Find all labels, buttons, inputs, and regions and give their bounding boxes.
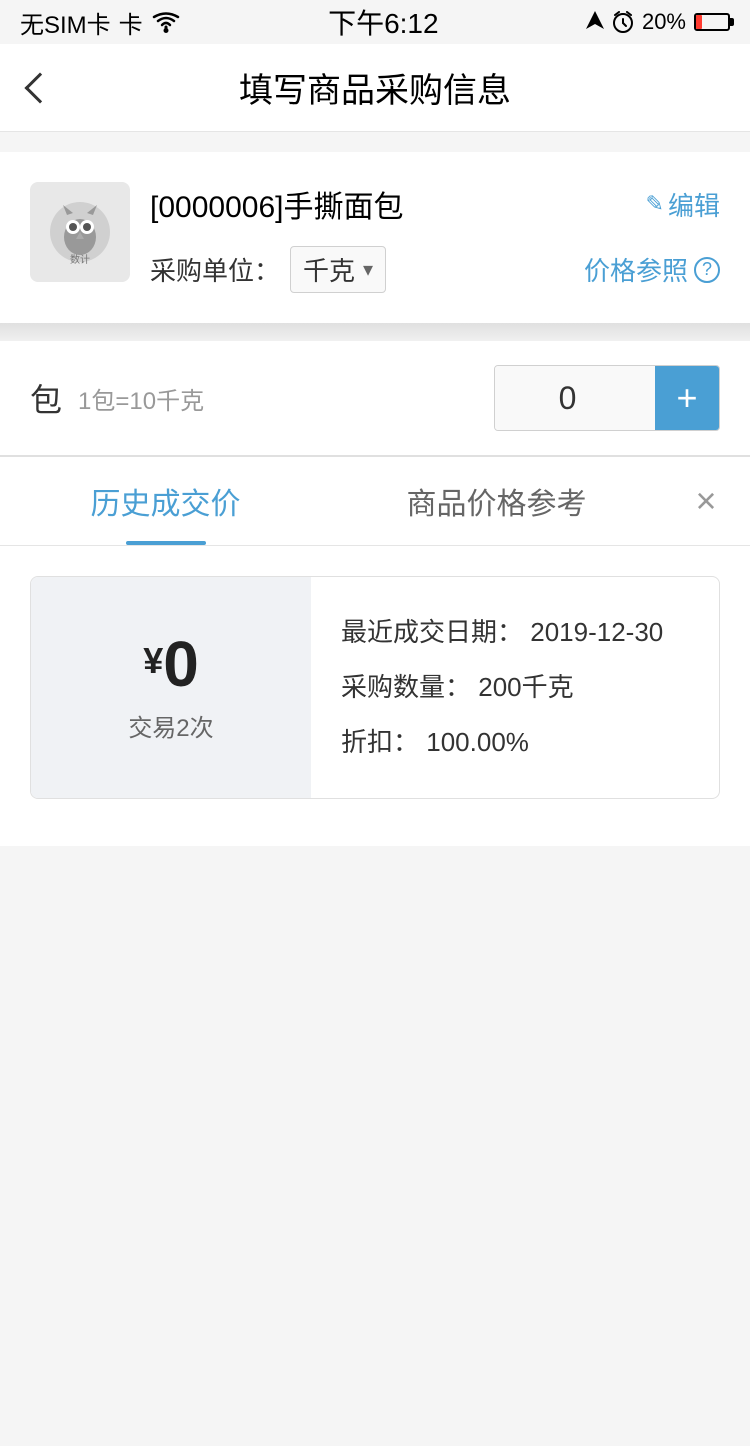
history-card-left: ¥ 0 交易2次 xyxy=(31,577,311,798)
tab-close-button[interactable]: × xyxy=(662,457,750,545)
tab-product-price-ref-label: 商品价格参考 xyxy=(407,479,587,523)
nav-bar: 填写商品采购信息 xyxy=(0,44,750,132)
purchase-qty-label: 采购数量： xyxy=(341,672,471,702)
edit-icon: ✎ xyxy=(646,191,664,217)
product-info: [0000006]手撕面包 ✎ 编辑 采购单位： 千克 ▾ 价格参照 xyxy=(150,182,720,293)
section-divider xyxy=(0,323,750,341)
price-amount: 0 xyxy=(163,632,199,696)
sim-card-icon: 卡 xyxy=(119,5,143,40)
carrier-text: 无SIM卡 xyxy=(20,5,111,40)
quantity-section: 包 1包=10千克 + xyxy=(0,341,750,455)
quantity-conversion: 1包=10千克 xyxy=(78,381,204,416)
discount-row: 折扣： 100.00% xyxy=(341,723,689,762)
help-icon: ? xyxy=(694,257,720,283)
location-icon xyxy=(586,11,604,33)
svg-text:数计: 数计 xyxy=(70,253,90,266)
history-price-card: ¥ 0 交易2次 最近成交日期： 2019-12-30 采购数量： 200千克 … xyxy=(30,576,720,799)
edit-button[interactable]: ✎ 编辑 xyxy=(646,186,720,223)
recent-date-value: 2019-12-30 xyxy=(530,617,663,647)
recent-date-label: 最近成交日期： xyxy=(341,617,523,647)
history-price-display: ¥ 0 xyxy=(143,632,199,696)
product-header: 数计 [0000006]手撕面包 ✎ 编辑 采购单位： 千克 ▾ xyxy=(30,182,720,293)
dropdown-arrow-icon: ▾ xyxy=(363,257,373,282)
bottom-area xyxy=(0,846,750,1446)
recent-date-row: 最近成交日期： 2019-12-30 xyxy=(341,613,689,652)
battery-percentage: 20% xyxy=(642,9,686,35)
currency-symbol: ¥ xyxy=(143,640,163,682)
battery-icon xyxy=(694,13,730,31)
history-card-right: 最近成交日期： 2019-12-30 采购数量： 200千克 折扣： 100.0… xyxy=(311,577,719,798)
status-bar: 无SIM卡 卡 下午6:12 20% xyxy=(0,0,750,44)
purchase-qty-value: 200千克 xyxy=(478,672,573,702)
tab-product-price-ref[interactable]: 商品价格参考 xyxy=(331,457,662,545)
product-name-row: [0000006]手撕面包 ✎ 编辑 xyxy=(150,182,720,226)
tab-bar: 历史成交价 商品价格参考 × xyxy=(0,457,750,546)
close-icon: × xyxy=(695,483,716,519)
quantity-input-group: + xyxy=(494,365,720,431)
tab-active-underline xyxy=(126,541,206,545)
tab-history-price-label: 历史成交价 xyxy=(91,479,241,523)
page-title: 填写商品采购信息 xyxy=(80,63,670,112)
edit-label: 编辑 xyxy=(668,186,720,223)
content-area: ¥ 0 交易2次 最近成交日期： 2019-12-30 采购数量： 200千克 … xyxy=(0,546,750,846)
product-full-name: [0000006]手撕面包 xyxy=(150,182,403,226)
product-unit-row: 采购单位： 千克 ▾ 价格参照 ? xyxy=(150,246,720,293)
tab-history-price[interactable]: 历史成交价 xyxy=(0,457,331,545)
unit-selector-dropdown[interactable]: 千克 ▾ xyxy=(290,246,386,293)
quantity-plus-button[interactable]: + xyxy=(655,366,719,430)
back-button[interactable] xyxy=(0,44,80,132)
wifi-icon xyxy=(151,11,181,33)
unit-label: 采购单位： 千克 ▾ xyxy=(150,246,386,293)
unit-value: 千克 xyxy=(303,251,355,288)
purchase-qty-row: 采购数量： 200千克 xyxy=(341,668,689,707)
price-ref-label: 价格参照 xyxy=(584,251,688,288)
quantity-unit-badge: 包 xyxy=(30,375,62,421)
status-right: 20% xyxy=(586,9,730,35)
back-arrow-icon xyxy=(24,72,55,103)
discount-value: 100.00% xyxy=(426,727,529,757)
product-thumbnail: 数计 xyxy=(30,182,130,282)
trade-count: 交易2次 xyxy=(128,708,213,743)
product-logo-icon: 数计 xyxy=(45,197,115,267)
quantity-input[interactable] xyxy=(495,366,655,430)
product-image: 数计 xyxy=(40,192,120,272)
product-section: 数计 [0000006]手撕面包 ✎ 编辑 采购单位： 千克 ▾ xyxy=(0,152,750,323)
plus-icon: + xyxy=(676,377,697,419)
status-left: 无SIM卡 卡 xyxy=(20,5,181,40)
price-reference-button[interactable]: 价格参照 ? xyxy=(584,251,720,288)
alarm-icon xyxy=(612,11,634,33)
status-time: 下午6:12 xyxy=(328,2,439,42)
quantity-label: 包 1包=10千克 xyxy=(30,375,204,421)
unit-label-text: 采购单位： xyxy=(150,251,280,288)
discount-label: 折扣： xyxy=(341,727,419,757)
